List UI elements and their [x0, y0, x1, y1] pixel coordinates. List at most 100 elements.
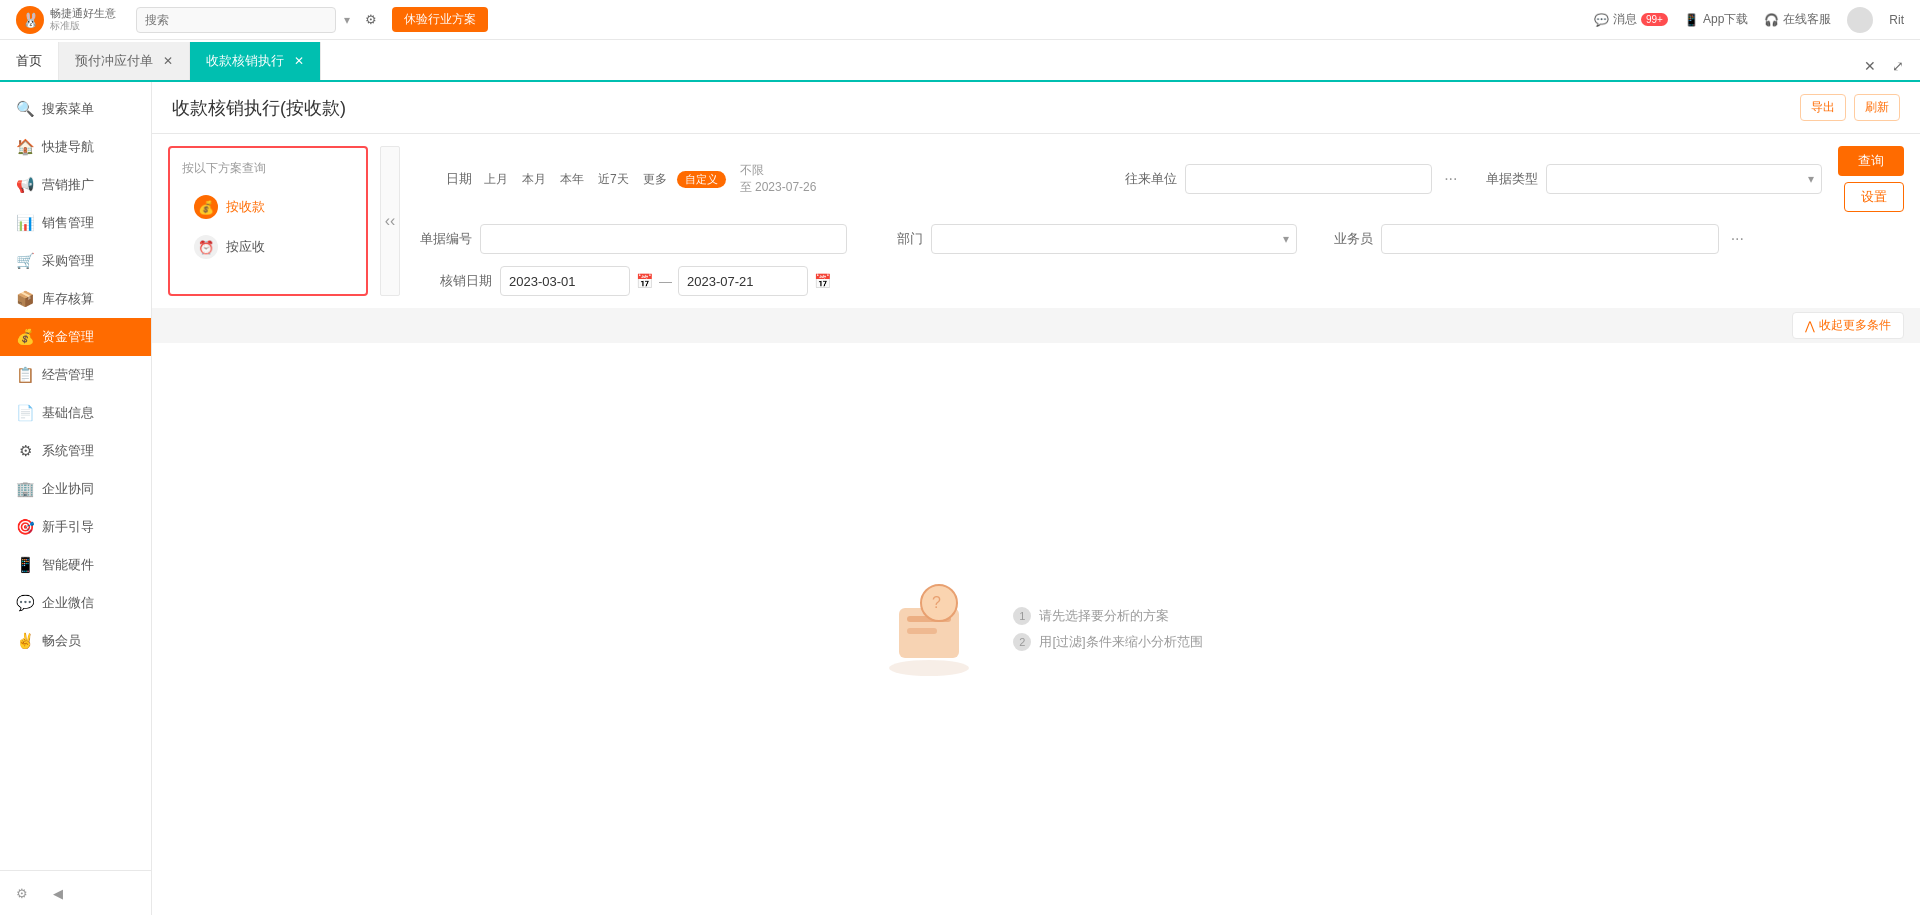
staff-label: 业务员 [1313, 230, 1373, 248]
sidebar-item-sales[interactable]: 📊 销售管理 [0, 204, 151, 242]
date-custom-badge[interactable]: 自定义 [677, 171, 726, 188]
by-receivable-icon: ⏰ [194, 235, 218, 259]
empty-tips: 1 请先选择要分析的方案 2 用[过滤]条件来缩小分析范围 [1013, 607, 1202, 651]
topbar-gear-icon[interactable]: ⚙ [358, 7, 384, 33]
writeoff-date-end-input[interactable] [678, 266, 808, 296]
empty-tip-1: 1 请先选择要分析的方案 [1013, 607, 1202, 625]
sidebar-item-inventory[interactable]: 📦 库存核算 [0, 280, 151, 318]
marketing-icon: 📢 [16, 176, 34, 194]
tabbar-controls: ✕ ⤢ [1848, 52, 1920, 80]
staff-more-btn[interactable]: ··· [1727, 230, 1748, 248]
tab-receipt-writeoff[interactable]: 收款核销执行 ✕ [190, 42, 321, 80]
writeoff-date-start-input[interactable] [500, 266, 630, 296]
sidebar-item-smart-hardware[interactable]: 📱 智能硬件 [0, 546, 151, 584]
by-receipt-icon: 💰 [194, 195, 218, 219]
filter-option-by-receivable[interactable]: ⏰ 按应收 [182, 227, 354, 267]
avatar[interactable] [1847, 7, 1873, 33]
message-btn[interactable]: 💬 消息 99+ [1594, 11, 1668, 28]
sidebar-item-marketing-label: 营销推广 [42, 176, 94, 194]
sidebar-item-inventory-label: 库存核算 [42, 290, 94, 308]
filter-row-1: 日期 上月 本月 本年 近7天 更多 自定义 不限至 2023-07-26 [412, 146, 1904, 212]
sidebar-item-wechat-label: 企业微信 [42, 594, 94, 612]
sidebar-item-guide[interactable]: 🎯 新手引导 [0, 508, 151, 546]
search-menu-icon: 🔍 [16, 100, 34, 118]
counterparty-input[interactable] [1185, 164, 1432, 194]
topbar-right: 💬 消息 99+ 📱 App下载 🎧 在线客服 Rit [1594, 7, 1904, 33]
filter-row-3: 核销日期 📅 — 📅 [412, 266, 1904, 296]
sidebar-item-purchase[interactable]: 🛒 采购管理 [0, 242, 151, 280]
inventory-icon: 📦 [16, 290, 34, 308]
date-this-month-btn[interactable]: 本月 [518, 169, 550, 190]
sidebar-item-basic-info-label: 基础信息 [42, 404, 94, 422]
tab-close-all-btn[interactable]: ✕ [1856, 52, 1884, 80]
filter-option-by-receipt[interactable]: 💰 按收款 [182, 187, 354, 227]
tab-prepay[interactable]: 预付冲应付单 ✕ [59, 42, 190, 80]
online-service-btn[interactable]: 🎧 在线客服 [1764, 11, 1831, 28]
sidebar-item-quick-nav[interactable]: 🏠 快捷导航 [0, 128, 151, 166]
sidebar-settings-btn[interactable]: ⚙ [8, 879, 36, 907]
refresh-btn[interactable]: 刷新 [1854, 94, 1900, 121]
content-area: 收款核销执行(按收款) 导出 刷新 按以下方案查询 💰 按收款 ⏰ 按应收 [152, 82, 1920, 915]
filter-collapse-left-btn[interactable]: ‹‹ [380, 146, 400, 296]
header-actions: 导出 刷新 [1800, 94, 1900, 133]
message-label: 消息 [1613, 11, 1637, 28]
sidebar-item-system-label: 系统管理 [42, 442, 94, 460]
sidebar-item-vip[interactable]: ✌ 畅会员 [0, 622, 151, 660]
date-more-btn[interactable]: 更多 [639, 169, 671, 190]
message-icon: 💬 [1594, 13, 1609, 27]
staff-field: 业务员 ··· [1313, 224, 1748, 254]
page-title: 收款核销执行(按收款) [172, 96, 346, 132]
filter-area: 按以下方案查询 💰 按收款 ⏰ 按应收 ‹‹ 日期 [152, 134, 1920, 308]
svg-text:?: ? [932, 594, 941, 611]
topbar-search-input[interactable] [136, 7, 336, 33]
sidebar-collapse-btn[interactable]: ◀ [44, 879, 72, 907]
sidebar-item-enterprise[interactable]: 🏢 企业协同 [0, 470, 151, 508]
tab-expand-btn[interactable]: ⤢ [1884, 52, 1912, 80]
date-label: 日期 [412, 170, 472, 188]
app-download-btn[interactable]: 📱 App下载 [1684, 11, 1748, 28]
date-unlimited-label: 不限至 2023-07-26 [740, 162, 817, 196]
service-icon: 🎧 [1764, 13, 1779, 27]
sidebar-item-operation[interactable]: 📋 经营管理 [0, 356, 151, 394]
quick-nav-icon: 🏠 [16, 138, 34, 156]
writeoff-date-start-calendar-icon[interactable]: 📅 [636, 273, 653, 289]
sidebar-item-vip-label: 畅会员 [42, 632, 81, 650]
topbar-center: ▾ ⚙ 休验行业方案 [136, 7, 488, 33]
date-7days-btn[interactable]: 近7天 [594, 169, 633, 190]
doc-type-select[interactable] [1546, 164, 1823, 194]
tab-home[interactable]: 首页 [0, 42, 59, 80]
sidebar-item-enterprise-label: 企业协同 [42, 480, 94, 498]
empty-state: ? 1 请先选择要分析的方案 2 用[过滤]条件来缩小分析范围 [152, 343, 1920, 915]
date-last-month-btn[interactable]: 上月 [480, 169, 512, 190]
sidebar-item-search-menu[interactable]: 🔍 搜索菜单 [0, 90, 151, 128]
topbar-dropdown-arrow[interactable]: ▾ [344, 13, 350, 27]
date-this-year-btn[interactable]: 本年 [556, 169, 588, 190]
staff-input[interactable] [1381, 224, 1718, 254]
doc-type-label: 单据类型 [1478, 170, 1538, 188]
writeoff-date-end-calendar-icon[interactable]: 📅 [814, 273, 831, 289]
message-badge: 99+ [1641, 13, 1668, 26]
sidebar-item-finance-label: 资金管理 [42, 328, 94, 346]
department-select[interactable] [931, 224, 1298, 254]
logo-area: 🐰 畅捷通好生意 标准版 [16, 6, 116, 34]
writeoff-date-range: 📅 — 📅 [500, 266, 1904, 296]
setting-btn[interactable]: 设置 [1844, 182, 1904, 212]
sidebar-item-guide-label: 新手引导 [42, 518, 94, 536]
export-btn[interactable]: 导出 [1800, 94, 1846, 121]
sidebar-item-marketing[interactable]: 📢 营销推广 [0, 166, 151, 204]
sidebar-item-basic-info[interactable]: 📄 基础信息 [0, 394, 151, 432]
counterparty-more-btn[interactable]: ··· [1440, 170, 1461, 188]
purchase-icon: 🛒 [16, 252, 34, 270]
query-btn[interactable]: 查询 [1838, 146, 1904, 176]
guide-icon: 🎯 [16, 518, 34, 536]
sidebar-item-finance[interactable]: 💰 资金管理 [0, 318, 151, 356]
tab-prepay-close-icon[interactable]: ✕ [163, 54, 173, 68]
enterprise-icon: 🏢 [16, 480, 34, 498]
tab-receipt-writeoff-close-icon[interactable]: ✕ [294, 54, 304, 68]
sidebar-item-system[interactable]: ⚙ 系统管理 [0, 432, 151, 470]
industry-btn[interactable]: 休验行业方案 [392, 7, 488, 32]
collapse-chevron-up-icon: ⋀ [1805, 319, 1815, 333]
collapse-more-btn[interactable]: ⋀ 收起更多条件 [1792, 312, 1904, 339]
doc-number-input[interactable] [480, 224, 847, 254]
sidebar-item-wechat[interactable]: 💬 企业微信 [0, 584, 151, 622]
